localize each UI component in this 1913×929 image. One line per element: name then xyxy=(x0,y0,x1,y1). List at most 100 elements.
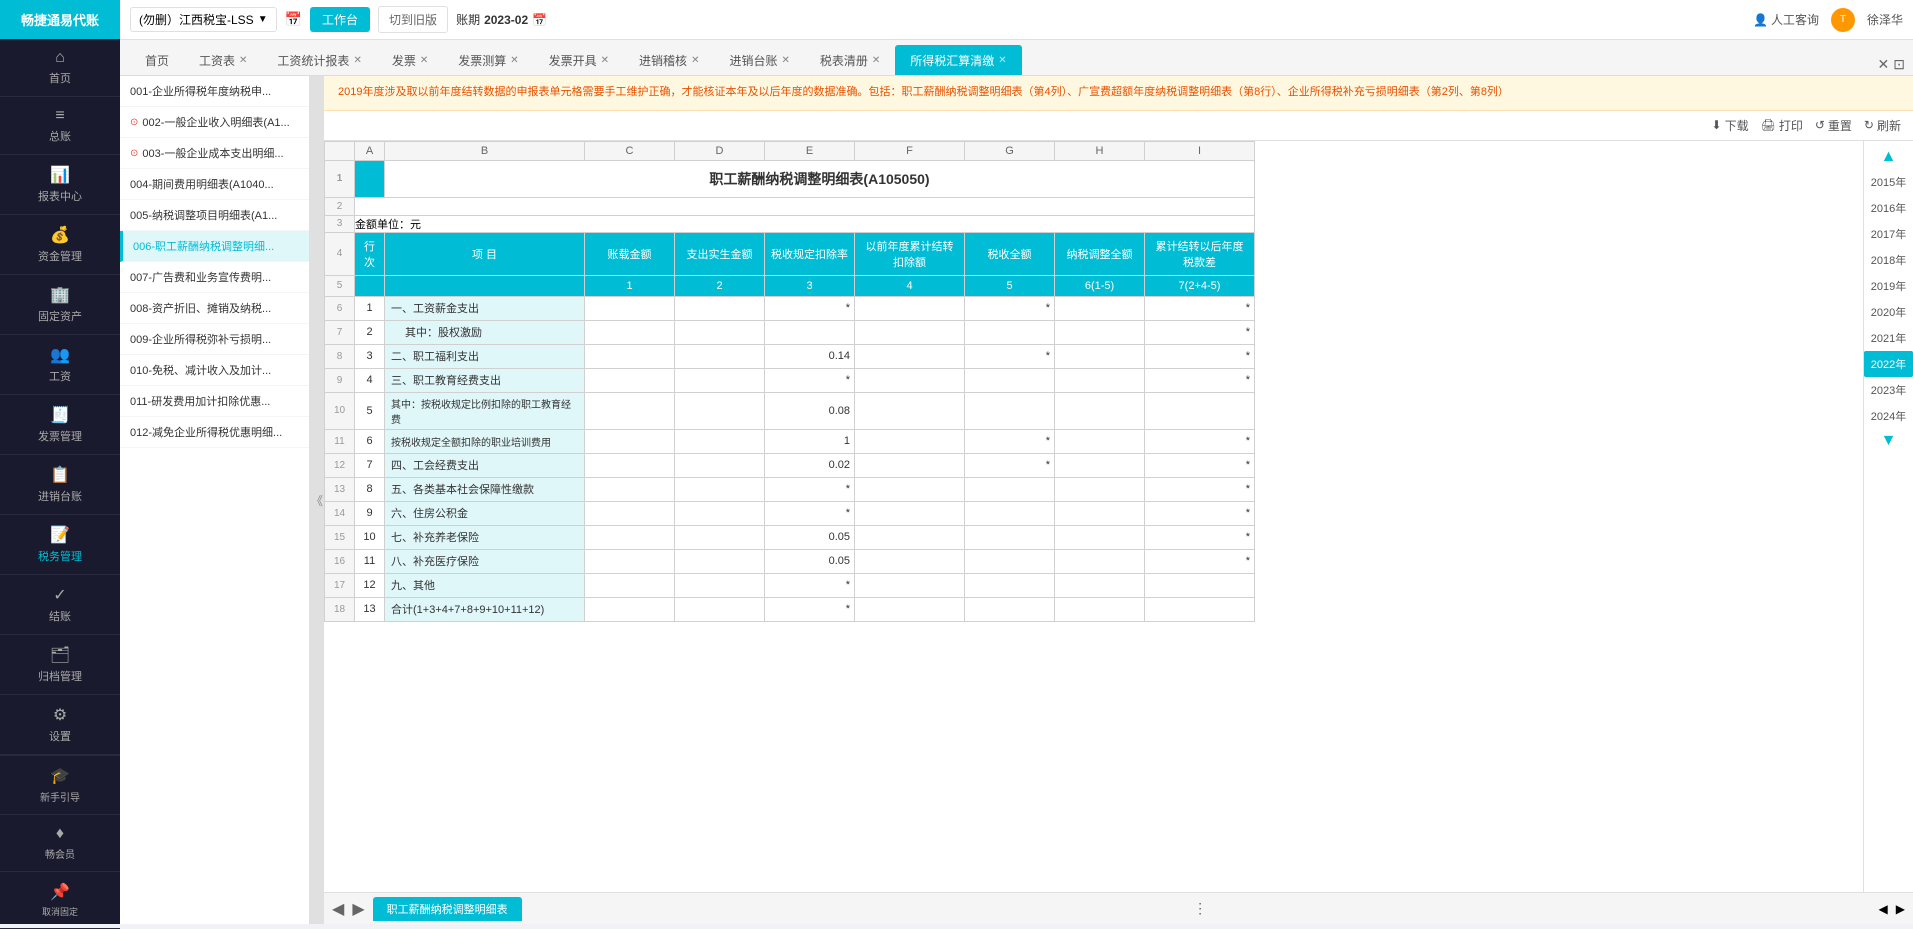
sidebar-item-reports-label: 报表中心 xyxy=(38,188,82,204)
file-item-003[interactable]: ⊙ 003-一般企业成本支出明细... xyxy=(120,138,309,169)
sidebar-item-fixed-assets[interactable]: 🏢 固定资产 xyxy=(0,275,120,335)
refresh-button[interactable]: ↻ 刷新 xyxy=(1864,117,1901,134)
tab-income-tax[interactable]: 所得税汇算清缴 ✕ xyxy=(895,45,1021,75)
year-scroll-up[interactable]: ▲ xyxy=(1878,145,1900,169)
sidebar-item-payroll[interactable]: 👥 工资 xyxy=(0,335,120,395)
year-2021[interactable]: 2021年 xyxy=(1864,325,1913,351)
file-item-007[interactable]: 007-广告费和业务宣传费明... xyxy=(120,262,309,293)
tab-invoice-issue[interactable]: 发票开具 ✕ xyxy=(534,45,624,75)
download-label: 下载 xyxy=(1725,117,1749,134)
tab-invoice-close[interactable]: ✕ xyxy=(420,55,428,66)
bottom-sheet-tab[interactable]: 职工薪酬纳税调整明细表 xyxy=(373,897,522,921)
sidebar-item-assets-mgmt[interactable]: 💰 资金管理 xyxy=(0,215,120,275)
year-2023[interactable]: 2023年 xyxy=(1864,377,1913,403)
sidebar-item-settlement[interactable]: ✓ 结账 xyxy=(0,575,120,635)
val-13-d xyxy=(675,597,765,621)
sidebar-item-home[interactable]: ⌂ 首页 xyxy=(0,39,120,97)
sidebar-item-cancel-fixed[interactable]: 📌 取消固定 xyxy=(0,872,120,929)
row-2-num: 2 xyxy=(325,197,355,215)
sidebar: 畅捷通易代账 ⌂ 首页 ≡ 总账 📊 报表中心 💰 资金管理 🏢 固定资产 👥 … xyxy=(0,0,120,924)
sidebar-item-reports[interactable]: 📊 报表中心 xyxy=(0,155,120,215)
tab-audit-label: 进销稽核 xyxy=(639,52,687,69)
data-row-18: 18 13 合计(1+3+4+7+8+9+10+11+12) * xyxy=(325,597,1255,621)
tab-payroll-stats[interactable]: 工资统计报表 ✕ xyxy=(262,45,376,75)
tab-home[interactable]: 首页 xyxy=(130,45,184,75)
tab-maximize-icon[interactable]: ⊡ xyxy=(1893,56,1905,73)
sidebar-item-vip-label: 畅会员 xyxy=(45,846,75,861)
tab-payroll-stats-close[interactable]: ✕ xyxy=(353,55,361,66)
file-item-004[interactable]: 004-期间费用明细表(A1040... xyxy=(120,169,309,200)
sidebar-item-sales-ledger[interactable]: 📋 进销台账 xyxy=(0,455,120,515)
tab-payroll-stats-label: 工资统计报表 xyxy=(277,52,349,69)
file-item-010[interactable]: 010-免税、减计收入及加计... xyxy=(120,355,309,386)
sidebar-item-archive[interactable]: 🗂 归档管理 xyxy=(0,635,120,695)
support-link[interactable]: 👤 人工客询 xyxy=(1753,11,1819,28)
tab-income-tax-close[interactable]: ✕ xyxy=(998,55,1006,66)
tab-ledger[interactable]: 进销台账 ✕ xyxy=(714,45,804,75)
year-2022[interactable]: 2022年 xyxy=(1864,351,1913,377)
file-item-009[interactable]: 009-企业所得税弥补亏损明... xyxy=(120,324,309,355)
tab-invoice-label: 发票 xyxy=(392,52,416,69)
tab-tax-table-close[interactable]: ✕ xyxy=(872,55,880,66)
reset-button[interactable]: ↺ 重置 xyxy=(1815,117,1852,134)
val-2-f xyxy=(855,320,965,344)
tab-close-all-icon[interactable]: ✕ xyxy=(1878,56,1890,73)
company-selector[interactable]: (勿删）江西税宝-LSS ▼ xyxy=(130,7,277,32)
year-2015[interactable]: 2015年 xyxy=(1864,169,1913,195)
bottom-more-options[interactable]: ⋮ xyxy=(1193,900,1207,917)
tab-invoice-calc-close[interactable]: ✕ xyxy=(510,55,518,66)
download-button[interactable]: ⬇ 下载 xyxy=(1712,117,1749,134)
tab-payroll[interactable]: 工资表 ✕ xyxy=(184,45,262,75)
unit-cell: 金额单位：元 xyxy=(355,215,1255,232)
switch-old-button[interactable]: 切到旧版 xyxy=(378,6,448,33)
file-item-008[interactable]: 008-资产折旧、摊销及纳税... xyxy=(120,293,309,324)
file-item-011[interactable]: 011-研发费用加计扣除优惠... xyxy=(120,386,309,417)
file-item-012[interactable]: 012-减免企业所得税优惠明细... xyxy=(120,417,309,448)
year-2024[interactable]: 2024年 xyxy=(1864,403,1913,429)
tab-payroll-close[interactable]: ✕ xyxy=(239,55,247,66)
tab-audit[interactable]: 进销稽核 ✕ xyxy=(624,45,714,75)
sheet-nav-right[interactable]: ▶ xyxy=(352,899,364,919)
col-i-header: I xyxy=(1145,141,1255,160)
sidebar-bottom: 🎓 新手引导 ♦ 畅会员 📌 取消固定 xyxy=(0,755,120,929)
tab-invoice-calc[interactable]: 发票测算 ✕ xyxy=(443,45,533,75)
year-2017[interactable]: 2017年 xyxy=(1864,221,1913,247)
year-scroll-down[interactable]: ▼ xyxy=(1878,429,1900,453)
file-item-006[interactable]: 006-职工薪酬纳税调整明细... xyxy=(120,231,309,262)
tab-ledger-close[interactable]: ✕ xyxy=(781,55,789,66)
sidebar-item-invoice[interactable]: 🧾 发票管理 xyxy=(0,395,120,455)
file-item-005[interactable]: 005-纳税调整项目明细表(A1... xyxy=(120,200,309,231)
year-2020[interactable]: 2020年 xyxy=(1864,299,1913,325)
print-button[interactable]: 🖨 打印 xyxy=(1761,117,1803,134)
file-item-002[interactable]: ⊙ 002-一般企业收入明细表(A1... xyxy=(120,107,309,138)
val-11-f xyxy=(855,549,965,573)
tab-tax-table[interactable]: 税表清册 ✕ xyxy=(805,45,895,75)
collapse-handle[interactable]: 《 xyxy=(310,76,324,924)
year-2019[interactable]: 2019年 xyxy=(1864,273,1913,299)
year-2016[interactable]: 2016年 xyxy=(1864,195,1913,221)
col-letters-row: A B C D E F G H I xyxy=(325,141,1255,160)
sidebar-item-vip[interactable]: ♦ 畅会员 xyxy=(0,815,120,872)
sidebar-item-tax[interactable]: 📝 税务管理 xyxy=(0,515,120,575)
sidebar-item-ledger[interactable]: ≡ 总账 xyxy=(0,97,120,155)
download-icon: ⬇ xyxy=(1712,118,1722,132)
scroll-right-icon[interactable]: ▶ xyxy=(1896,902,1905,916)
topbar: (勿删）江西税宝-LSS ▼ 📅 工作台 切到旧版 账期 2023-02 📅 👤… xyxy=(120,0,1913,40)
newbie-icon: 🎓 xyxy=(50,766,70,786)
sheet-area: 2019年度涉及取以前年度结转数据的申报表单元格需要手工维护正确，才能核证本年及… xyxy=(324,76,1913,924)
file-item-001[interactable]: 001-企业所得税年度纳税申... xyxy=(120,76,309,107)
sidebar-item-newbie[interactable]: 🎓 新手引导 xyxy=(0,756,120,815)
sheet-nav-left[interactable]: ◀ xyxy=(332,899,344,919)
year-2018[interactable]: 2018年 xyxy=(1864,247,1913,273)
tab-invoice-issue-close[interactable]: ✕ xyxy=(601,55,609,66)
val-1-i: * xyxy=(1145,296,1255,320)
tab-audit-close[interactable]: ✕ xyxy=(691,55,699,66)
val-3-e: 0.14 xyxy=(765,344,855,368)
val-8-f xyxy=(855,477,965,501)
workspace-button[interactable]: 工作台 xyxy=(310,7,370,32)
tab-invoice[interactable]: 发票 ✕ xyxy=(377,45,443,75)
sidebar-item-settings[interactable]: ⚙ 设置 xyxy=(0,695,120,755)
label-10: 七、补充养老保险 xyxy=(385,525,585,549)
settings-icon: ⚙ xyxy=(53,705,67,725)
scroll-left-icon[interactable]: ◀ xyxy=(1879,902,1888,916)
